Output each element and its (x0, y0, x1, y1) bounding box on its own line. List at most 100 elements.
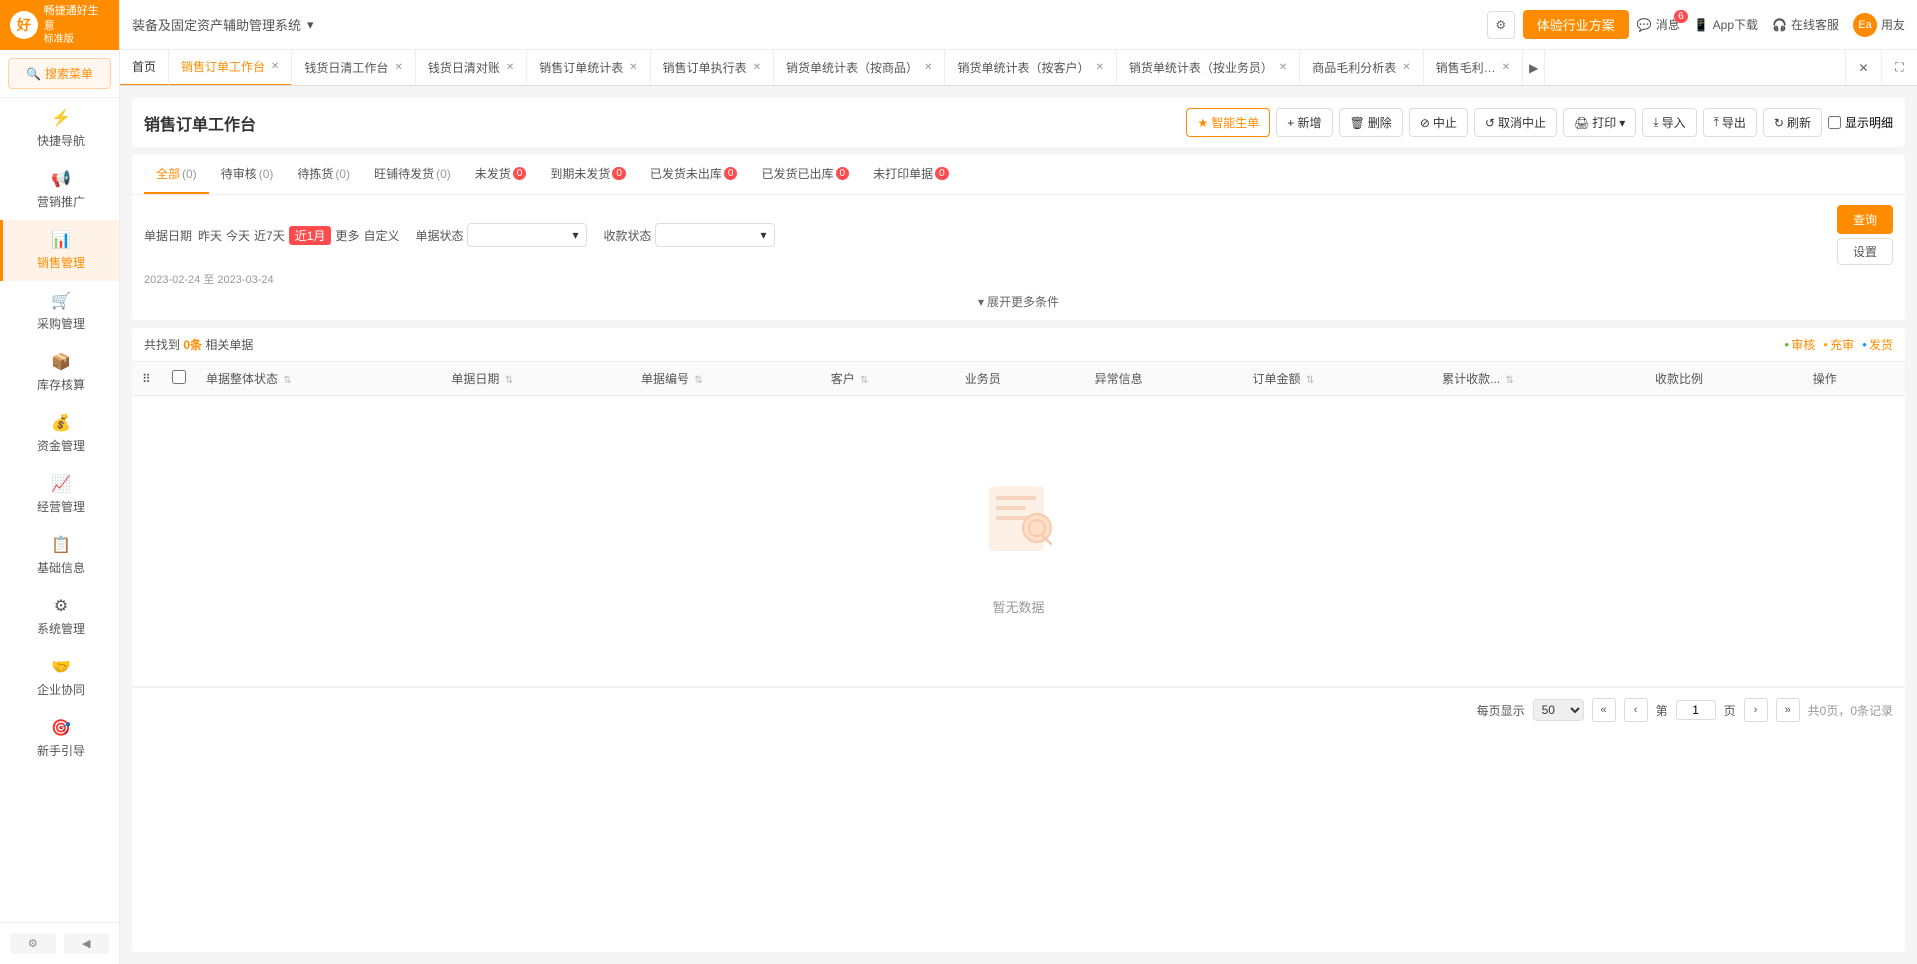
search-menu-button[interactable]: 🔍 搜索菜单 (8, 58, 111, 89)
smart-generate-button[interactable]: ★ 智能生单 (1186, 108, 1270, 137)
filter-tab-已发货已出库[interactable]: 已发货已出库0 (749, 155, 861, 194)
date-option-7days[interactable]: 近7天 (254, 227, 285, 244)
tabs-maximize-button[interactable]: ⛶ (1881, 50, 1917, 86)
tab-cash-daily-workbench[interactable]: 钱货日清工作台 ✕ (292, 50, 415, 86)
sidebar-item-系统管理[interactable]: ⚙系统管理 (0, 586, 119, 647)
payment-select[interactable]: ▾ (655, 223, 775, 247)
add-button[interactable]: + 新增 (1276, 108, 1332, 137)
tab-sales-margin[interactable]: 销售毛利… ✕ (1424, 50, 1523, 86)
tab-close-icon[interactable]: ✕ (1279, 62, 1287, 73)
delete-button[interactable]: 🗑 删除 (1339, 108, 1403, 137)
sort-icon: ⇅ (283, 375, 291, 386)
date-option-today[interactable]: 今天 (226, 227, 250, 244)
message-button[interactable]: 💬 消息 6 (1637, 16, 1680, 33)
tab-close-icon[interactable]: ✕ (924, 62, 932, 73)
sidebar-item-快捷导航[interactable]: ⚡快捷导航 (0, 98, 119, 159)
filter-tab-未发货[interactable]: 未发货0 (463, 155, 539, 194)
filter-tabs: 全部(0)待审核(0)待拣货(0)旺铺待发货(0)未发货0到期未发货0已发货未出… (132, 155, 1905, 195)
page-input[interactable] (1676, 700, 1716, 720)
expand-row: ▾ 展开更多条件 (144, 293, 1893, 310)
filter-tab-已发货未出库[interactable]: 已发货未出库0 (638, 155, 750, 194)
stop-icon: ⊘ (1420, 116, 1430, 130)
logo-text: 畅捷通好生意 标准版 (44, 4, 109, 46)
date-field: 单据日期 昨天 今天 近7天 近1月 更多 自定义 (144, 226, 399, 245)
query-button[interactable]: 查询 (1837, 205, 1893, 234)
th-customer[interactable]: 客户 ⇅ (821, 362, 955, 396)
topbar-settings-button[interactable]: ⚙ (1487, 11, 1515, 39)
tab-close-icon[interactable]: ✕ (394, 62, 402, 73)
filter-tab-待拣货[interactable]: 待拣货(0) (285, 155, 362, 194)
filter-tab-旺铺待发货[interactable]: 旺铺待发货(0) (362, 155, 463, 194)
show-detail-label[interactable]: 显示明细 (1828, 114, 1893, 131)
tab-sales-by-customer[interactable]: 销货单统计表（按客户） ✕ (945, 50, 1116, 86)
sidebar-item-基础信息[interactable]: 📋基础信息 (0, 525, 119, 586)
export-button[interactable]: ⤒ 导出 (1703, 108, 1757, 137)
industry-button[interactable]: 体验行业方案 (1523, 10, 1629, 39)
show-detail-checkbox[interactable] (1828, 116, 1841, 129)
th-status: 单据整体状态 ⇅ (196, 362, 441, 396)
setting-button[interactable]: 设置 (1837, 238, 1893, 265)
sidebar-item-经营管理[interactable]: 📈经营管理 (0, 464, 119, 525)
tabs-close-all-button[interactable]: ✕ (1845, 50, 1881, 86)
status-select[interactable]: ▾ (467, 223, 587, 247)
th-collected[interactable]: 累计收款... ⇅ (1432, 362, 1645, 396)
tab-close-icon[interactable]: ✕ (1402, 62, 1410, 73)
sidebar-item-营销推广[interactable]: 📢营销推广 (0, 159, 119, 220)
per-page-select[interactable]: 50 10 20 100 (1533, 699, 1584, 721)
sidebar-collapse-button[interactable]: ◀ (64, 933, 110, 954)
tab-close-icon[interactable]: ✕ (506, 62, 514, 73)
th-number[interactable]: 单据编号 ⇅ (631, 362, 821, 396)
next-page-button[interactable]: › (1744, 698, 1768, 722)
filter-tab-待审核[interactable]: 待审核(0) (209, 155, 286, 194)
review-action[interactable]: 审核 (1784, 336, 1815, 353)
tab-close-icon[interactable]: ✕ (753, 62, 761, 73)
tab-gross-profit[interactable]: 商品毛利分析表 ✕ (1300, 50, 1423, 86)
stop-button[interactable]: ⊘ 中止 (1409, 108, 1468, 137)
th-date[interactable]: 单据日期 ⇅ (441, 362, 631, 396)
sidebar-item-资金管理[interactable]: 💰资金管理 (0, 403, 119, 464)
refresh-button[interactable]: ↻ 刷新 (1763, 108, 1822, 137)
print-button[interactable]: 🖨 打印 ▾ (1563, 108, 1636, 137)
tab-sales-exec[interactable]: 销售订单执行表 ✕ (651, 50, 774, 86)
ship-action[interactable]: 发货 (1862, 336, 1893, 353)
tab-cash-reconciliation[interactable]: 钱货日清对账 ✕ (416, 50, 527, 86)
prev-page-button[interactable]: ‹ (1624, 698, 1648, 722)
online-service-button[interactable]: 🎧 在线客服 (1772, 16, 1839, 33)
th-amount[interactable]: 订单金额 ⇅ (1242, 362, 1432, 396)
date-option-yesterday[interactable]: 昨天 (198, 227, 222, 244)
date-option-more[interactable]: 更多 (335, 227, 359, 244)
sidebar-settings-button[interactable]: ⚙ (10, 933, 56, 954)
expand-button[interactable]: ▾ 展开更多条件 (978, 293, 1059, 310)
sidebar-item-企业协同[interactable]: 🤝企业协同 (0, 647, 119, 708)
tab-sales-by-staff[interactable]: 销货单统计表（按业务员） ✕ (1117, 50, 1300, 86)
tab-sales-order-workbench[interactable]: 销售订单工作台 ✕ (169, 50, 292, 86)
filter-tab-未打印单据[interactable]: 未打印单据0 (861, 155, 961, 194)
sidebar-item-采购管理[interactable]: 🛒采购管理 (0, 281, 119, 342)
tab-close-icon[interactable]: ✕ (1502, 62, 1510, 73)
data-table: ⠿ 单据整体状态 ⇅ 单据日期 ⇅ (132, 362, 1905, 687)
tab-sales-stats[interactable]: 销售订单统计表 ✕ (527, 50, 650, 86)
user-area[interactable]: Ea 用友 (1853, 13, 1905, 37)
tab-close-icon[interactable]: ✕ (271, 61, 279, 72)
tab-close-icon[interactable]: ✕ (629, 62, 637, 73)
last-page-button[interactable]: » (1776, 698, 1800, 722)
sidebar-item-新手引导[interactable]: 🎯新手引导 (0, 708, 119, 769)
filter-tab-全部[interactable]: 全部(0) (144, 155, 209, 194)
sidebar-item-库存核算[interactable]: 📦库存核算 (0, 342, 119, 403)
filter-tab-label: 全部 (156, 165, 180, 182)
tab-sales-by-product[interactable]: 销货单统计表（按商品） ✕ (774, 50, 945, 86)
cancel-review-action[interactable]: 充审 (1823, 336, 1854, 353)
sidebar-item-销售管理[interactable]: 📊销售管理 (0, 220, 119, 281)
select-all-checkbox[interactable] (172, 370, 186, 384)
tab-home[interactable]: 首页 (120, 50, 169, 86)
tab-close-icon[interactable]: ✕ (1095, 62, 1103, 73)
app-download-button[interactable]: 📱 App下载 (1694, 16, 1758, 33)
import-button[interactable]: ⤓ 导入 (1642, 108, 1696, 137)
date-option-1month[interactable]: 近1月 (289, 226, 332, 245)
filter-tab-到期未发货[interactable]: 到期未发货0 (538, 155, 638, 194)
tabs-more-button[interactable]: ▶ (1523, 50, 1545, 86)
cancel-stop-button[interactable]: ↺ 取消中止 (1474, 108, 1557, 137)
sidebar-item-icon: ⚡ (51, 108, 71, 128)
date-option-custom[interactable]: 自定义 (363, 227, 399, 244)
first-page-button[interactable]: « (1592, 698, 1616, 722)
